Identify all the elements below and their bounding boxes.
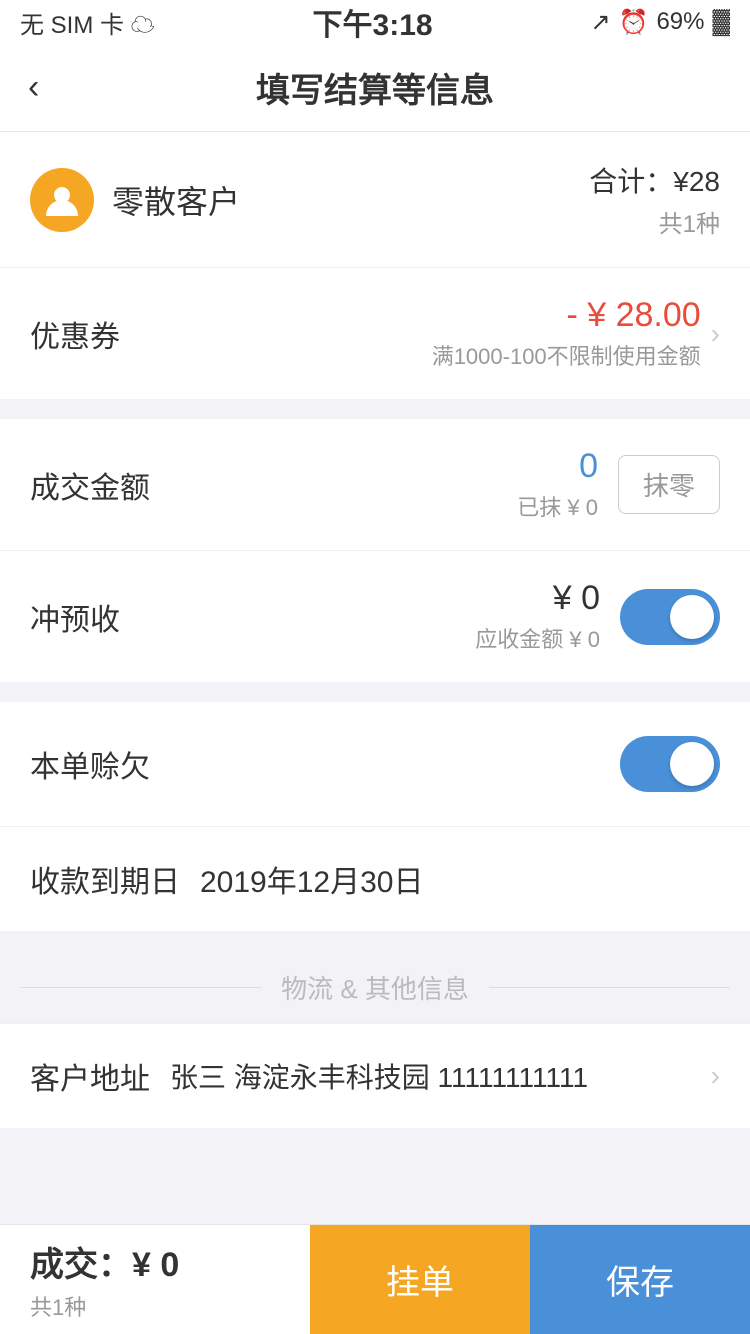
- divider-line-right: [489, 987, 730, 988]
- address-label: 客户地址: [30, 1054, 150, 1098]
- bottom-deal-text: 成交：¥ 0: [30, 1237, 280, 1286]
- debt-row: 本单赊欠: [0, 702, 750, 826]
- deal-right: 0 已抹 ¥ 0 抹零: [517, 447, 720, 522]
- coupon-right: - ¥ 28.00 满1000-100不限制使用金额 ›: [432, 296, 720, 371]
- page-title: 填写结算等信息: [256, 63, 494, 112]
- customer-total-area: 合计：¥28 共1种: [589, 160, 720, 239]
- coupon-amount: - ¥ 28.00: [432, 296, 701, 335]
- customer-total: 合计：¥28: [589, 160, 720, 200]
- prepay-label: 冲预收: [30, 595, 120, 639]
- status-time: 下午3:18: [313, 0, 433, 44]
- address-section: 客户地址 张三 海淀永丰科技园 11111111111 ›: [0, 1023, 750, 1128]
- coupon-desc: 满1000-100不限制使用金额: [432, 339, 701, 371]
- logistics-text: 物流 & 其他信息: [281, 969, 469, 1006]
- customer-row: 零散客户 合计：¥28 共1种: [0, 132, 750, 267]
- due-date-label: 收款到期日: [30, 857, 180, 901]
- status-bar: 无 SIM 卡 ☁ 下午3:18 ↗ ⏰ 69% ▓: [0, 0, 750, 44]
- due-date-value: 2019年12月30日: [200, 857, 423, 901]
- gap-3: [0, 931, 750, 951]
- bottom-deal-amount: ¥ 0: [132, 1246, 179, 1284]
- debt-label: 本单赊欠: [30, 742, 150, 786]
- divider-line-left: [20, 987, 261, 988]
- address-row[interactable]: 客户地址 张三 海淀永丰科技园 11111111111 ›: [0, 1023, 750, 1128]
- avatar: [30, 168, 94, 232]
- signal-text: 无 SIM 卡 ☁: [20, 5, 155, 40]
- prepay-right: ¥ 0 应收金额 ¥ 0: [475, 579, 720, 654]
- deal-label: 成交金额: [30, 463, 150, 507]
- deal-amount: 0: [517, 447, 598, 486]
- coupon-label: 优惠券: [30, 312, 120, 356]
- chevron-right-icon: ›: [711, 318, 720, 350]
- customer-name: 零散客户: [112, 177, 240, 223]
- alarm-icon: ⏰: [619, 8, 649, 37]
- address-chevron-icon: ›: [711, 1060, 720, 1092]
- save-button[interactable]: 保存: [530, 1225, 750, 1334]
- debt-section: 本单赊欠 收款到期日 2019年12月30日: [0, 702, 750, 931]
- due-date-row: 收款到期日 2019年12月30日: [0, 826, 750, 931]
- address-value: 张三 海淀永丰科技园 11111111111: [170, 1056, 701, 1096]
- hang-button[interactable]: 挂单: [310, 1225, 530, 1334]
- prepay-toggle[interactable]: [620, 589, 720, 645]
- gap-2: [0, 682, 750, 702]
- round-button[interactable]: 抹零: [618, 455, 720, 514]
- debt-toggle-knob: [670, 742, 714, 786]
- gap-1: [0, 399, 750, 419]
- deal-section: 成交金额 0 已抹 ¥ 0 抹零 冲预收 ¥ 0 应收金额 ¥ 0: [0, 419, 750, 682]
- bottom-summary: 成交：¥ 0 共1种: [0, 1237, 310, 1322]
- deal-subtotal: 已抹 ¥ 0: [517, 490, 598, 522]
- prepay-sub: 应收金额 ¥ 0: [475, 622, 600, 654]
- debt-toggle[interactable]: [620, 736, 720, 792]
- prepay-amount: ¥ 0: [475, 579, 600, 618]
- status-right: ↗ ⏰ 69% ▓: [590, 8, 730, 37]
- coupon-info: - ¥ 28.00 满1000-100不限制使用金额: [432, 296, 701, 371]
- prepay-row: 冲预收 ¥ 0 应收金额 ¥ 0: [0, 550, 750, 682]
- nav-bar: ‹ 填写结算等信息: [0, 44, 750, 132]
- customer-count: 共1种: [589, 204, 720, 239]
- prepay-info: ¥ 0 应收金额 ¥ 0: [475, 579, 600, 654]
- bottom-deal-prefix: 成交：: [30, 1246, 132, 1284]
- bottom-bar: 成交：¥ 0 共1种 挂单 保存: [0, 1224, 750, 1334]
- bottom-count: 共1种: [30, 1290, 280, 1322]
- toggle-knob: [670, 595, 714, 639]
- location-icon: ↗: [590, 8, 610, 37]
- battery-icon: ▓: [712, 8, 730, 36]
- back-button[interactable]: ‹: [28, 68, 39, 107]
- battery-text: 69%: [656, 8, 704, 36]
- customer-info: 零散客户: [30, 168, 240, 232]
- status-left: 无 SIM 卡 ☁: [20, 5, 155, 40]
- deal-row: 成交金额 0 已抹 ¥ 0 抹零: [0, 419, 750, 550]
- deal-value-area: 0 已抹 ¥ 0: [517, 447, 598, 522]
- coupon-row[interactable]: 优惠券 - ¥ 28.00 满1000-100不限制使用金额 ›: [0, 267, 750, 399]
- logistics-divider: 物流 & 其他信息: [0, 951, 750, 1023]
- customer-section: 零散客户 合计：¥28 共1种 优惠券 - ¥ 28.00 满1000-100不…: [0, 132, 750, 399]
